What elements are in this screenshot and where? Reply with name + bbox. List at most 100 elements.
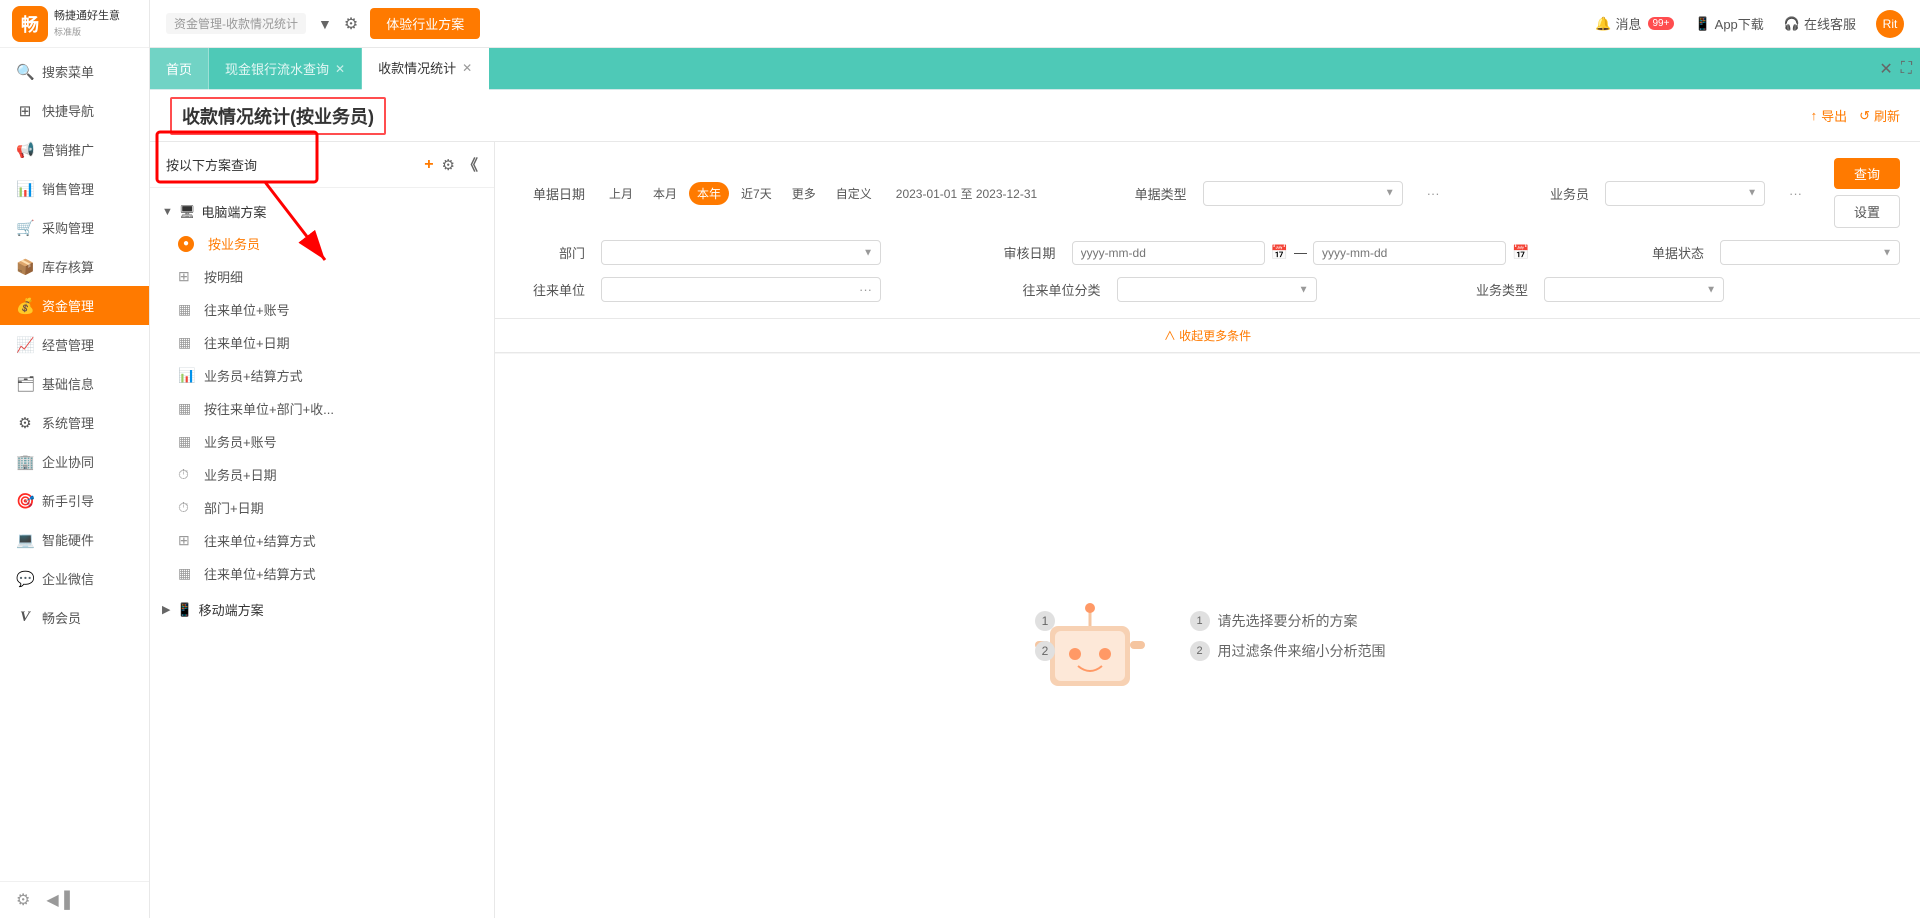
date-tab-7days[interactable]: 近7天 [733,182,780,205]
tab-close-all-icon[interactable]: ✕ [1879,59,1892,79]
scheme-item-unit-account[interactable]: ▦ 往来单位+账号 [150,293,494,326]
desktop-group-header[interactable]: ▼ 🖥 电脑端方案 [150,196,494,227]
header-settings-icon[interactable]: ⚙ [344,14,358,34]
sidebar-item-hardware[interactable]: 💻 智能硬件 [0,520,149,559]
date-tab-this-year[interactable]: 本年 [689,182,729,205]
refresh-button[interactable]: ↺ 刷新 [1859,106,1900,125]
quicknav-icon: ⊞ [16,102,34,120]
user-avatar[interactable]: Rit [1876,10,1904,38]
filter-row-2: 部门 审核日期 📅 — 📅 [515,240,1900,265]
sidebar-item-label: 营销推广 [42,140,94,159]
sidebar-item-operations[interactable]: 📈 经营管理 [0,325,149,364]
sales-date-icon: ⏱ [178,466,196,483]
app-download-label: App下载 [1715,14,1764,33]
tab-receipts[interactable]: 收款情况统计 ✕ [362,48,489,90]
sidebar-item-basic[interactable]: 🗂 基础信息 [0,364,149,403]
doc-type-more-icon[interactable]: ··· [1427,186,1440,201]
sidebar-item-sales[interactable]: 📊 销售管理 [0,169,149,208]
scheme-item-unit-dept-recv[interactable]: ▦ 按往来单位+部门+收... [150,392,494,425]
sidebar-item-member[interactable]: V 畅会员 [0,598,149,637]
collapse-sidebar-icon[interactable]: ◀▐ [46,890,70,910]
sidebar-item-purchase[interactable]: 🛒 采购管理 [0,208,149,247]
online-service-action[interactable]: 🎧 在线客服 [1784,14,1856,33]
search-icon: 🔍 [16,63,34,81]
refresh-label: 刷新 [1874,106,1900,125]
tip-1-text: 请先选择要分析的方案 [1218,611,1358,631]
sidebar-item-marketing[interactable]: 📢 营销推广 [0,130,149,169]
sidebar-item-wechat[interactable]: 💬 企业微信 [0,559,149,598]
date-tab-more[interactable]: 更多 [784,182,824,205]
doc-status-select-wrapper [1720,240,1900,265]
dept-select[interactable] [601,240,881,265]
salesperson-scheme-icon: ● [178,236,194,252]
panel-collapse-icon[interactable]: 《 [463,154,478,175]
query-button[interactable]: 查询 [1834,158,1900,189]
filter-settings-button[interactable]: 设置 [1834,195,1900,228]
biz-type-select[interactable] [1544,277,1724,302]
basic-icon: 🗂 [16,375,34,393]
left-panel-header: 按以下方案查询 + ⚙ 《 [150,142,494,188]
detail-scheme-icon: ⊞ [178,268,196,285]
member-icon: V [16,609,34,626]
partner-more-icon[interactable]: ··· [859,282,872,297]
breadcrumb-dropdown-icon[interactable]: ▼ [318,16,332,32]
app-download-action[interactable]: 📱 App下载 [1694,14,1763,33]
mobile-group-header[interactable]: ▶ 📱 移动端方案 [150,594,494,625]
tab-bank[interactable]: 现金银行流水查询 ✕ [209,48,362,90]
empty-illustration: 1 2 [1030,566,1150,706]
finance-icon: 💰 [16,297,34,315]
tab-bank-close-icon[interactable]: ✕ [335,62,345,76]
date-tab-this-month[interactable]: 本月 [645,182,685,205]
user-initials: Rit [1883,17,1898,31]
logo-badge: 标准版 [54,25,120,38]
scheme-item-by-salesperson[interactable]: ● 按业务员 [150,227,494,260]
sidebar-item-system[interactable]: ⚙ 系统管理 [0,403,149,442]
scheme-item-unit-dept-recv-label: 按往来单位+部门+收... [204,399,334,418]
collapse-bar[interactable]: ∧ 收起更多条件 [495,319,1920,353]
scheme-item-dept-date-label: 部门+日期 [204,498,264,517]
doc-status-select[interactable] [1720,240,1900,265]
sidebar-bottom: ⚙ ◀▐ [0,881,149,918]
sidebar-item-inventory[interactable]: 📦 库存核算 [0,247,149,286]
doc-type-select[interactable] [1203,181,1403,206]
tab-bar-right: ✕ ⛶ [1871,59,1920,79]
purchase-icon: 🛒 [16,219,34,237]
scheme-settings-icon[interactable]: ⚙ [442,156,455,174]
review-date-to-input[interactable] [1313,241,1506,265]
sidebar-item-label: 新手引导 [42,491,94,510]
salesperson-select[interactable] [1605,181,1765,206]
review-date-from-input[interactable] [1072,241,1265,265]
notifications-action[interactable]: 🔔 消息 99+ [1595,14,1674,33]
date-range-separator-icon: 📅 [1271,244,1288,261]
date-tab-custom[interactable]: 自定义 [828,182,880,205]
scheme-item-sales-date[interactable]: ⏱ 业务员+日期 [150,458,494,491]
partner-category-select[interactable] [1117,277,1317,302]
salesperson-more-icon[interactable]: ··· [1789,186,1802,201]
sidebar-item-label: 企业微信 [42,569,94,588]
tab-receipts-close-icon[interactable]: ✕ [462,61,472,75]
sidebar-item-guide[interactable]: 🎯 新手引导 [0,481,149,520]
date-range-text: 2023-01-01 至 2023-12-31 [896,185,1037,202]
scheme-item-sales-account[interactable]: ▦ 业务员+账号 [150,425,494,458]
action-btn-group: 查询 设置 [1834,158,1900,228]
scheme-item-unit-settlement1[interactable]: ⊞ 往来单位+结算方式 [150,524,494,557]
date-tab-last-month[interactable]: 上月 [601,182,641,205]
sidebar-item-finance[interactable]: 💰 资金管理 [0,286,149,325]
scheme-item-unit-settlement2[interactable]: ▦ 往来单位+结算方式 [150,557,494,590]
settings-bottom-icon[interactable]: ⚙ [16,890,30,910]
sidebar-item-enterprise[interactable]: 🏢 企业协同 [0,442,149,481]
sidebar-item-search[interactable]: 🔍 搜索菜单 [0,52,149,91]
sidebar-item-quicknav[interactable]: ⊞ 快捷导航 [0,91,149,130]
add-scheme-icon[interactable]: + [424,156,433,174]
trial-button[interactable]: 体验行业方案 [370,8,480,39]
sidebar-item-label: 库存核算 [42,257,94,276]
tab-bar: 首页 现金银行流水查询 ✕ 收款情况统计 ✕ ✕ ⛶ [150,48,1920,90]
scheme-item-dept-date[interactable]: ⏱ 部门+日期 [150,491,494,524]
tab-home[interactable]: 首页 [150,48,209,90]
scheme-item-by-detail[interactable]: ⊞ 按明细 [150,260,494,293]
tab-expand-icon[interactable]: ⛶ [1901,60,1912,78]
scheme-item-unit-date[interactable]: ▦ 往来单位+日期 [150,326,494,359]
export-button[interactable]: ↑ 导出 [1811,106,1848,125]
scheme-item-sales-settlement[interactable]: 📊 业务员+结算方式 [150,359,494,392]
sales-icon: 📊 [16,180,34,198]
